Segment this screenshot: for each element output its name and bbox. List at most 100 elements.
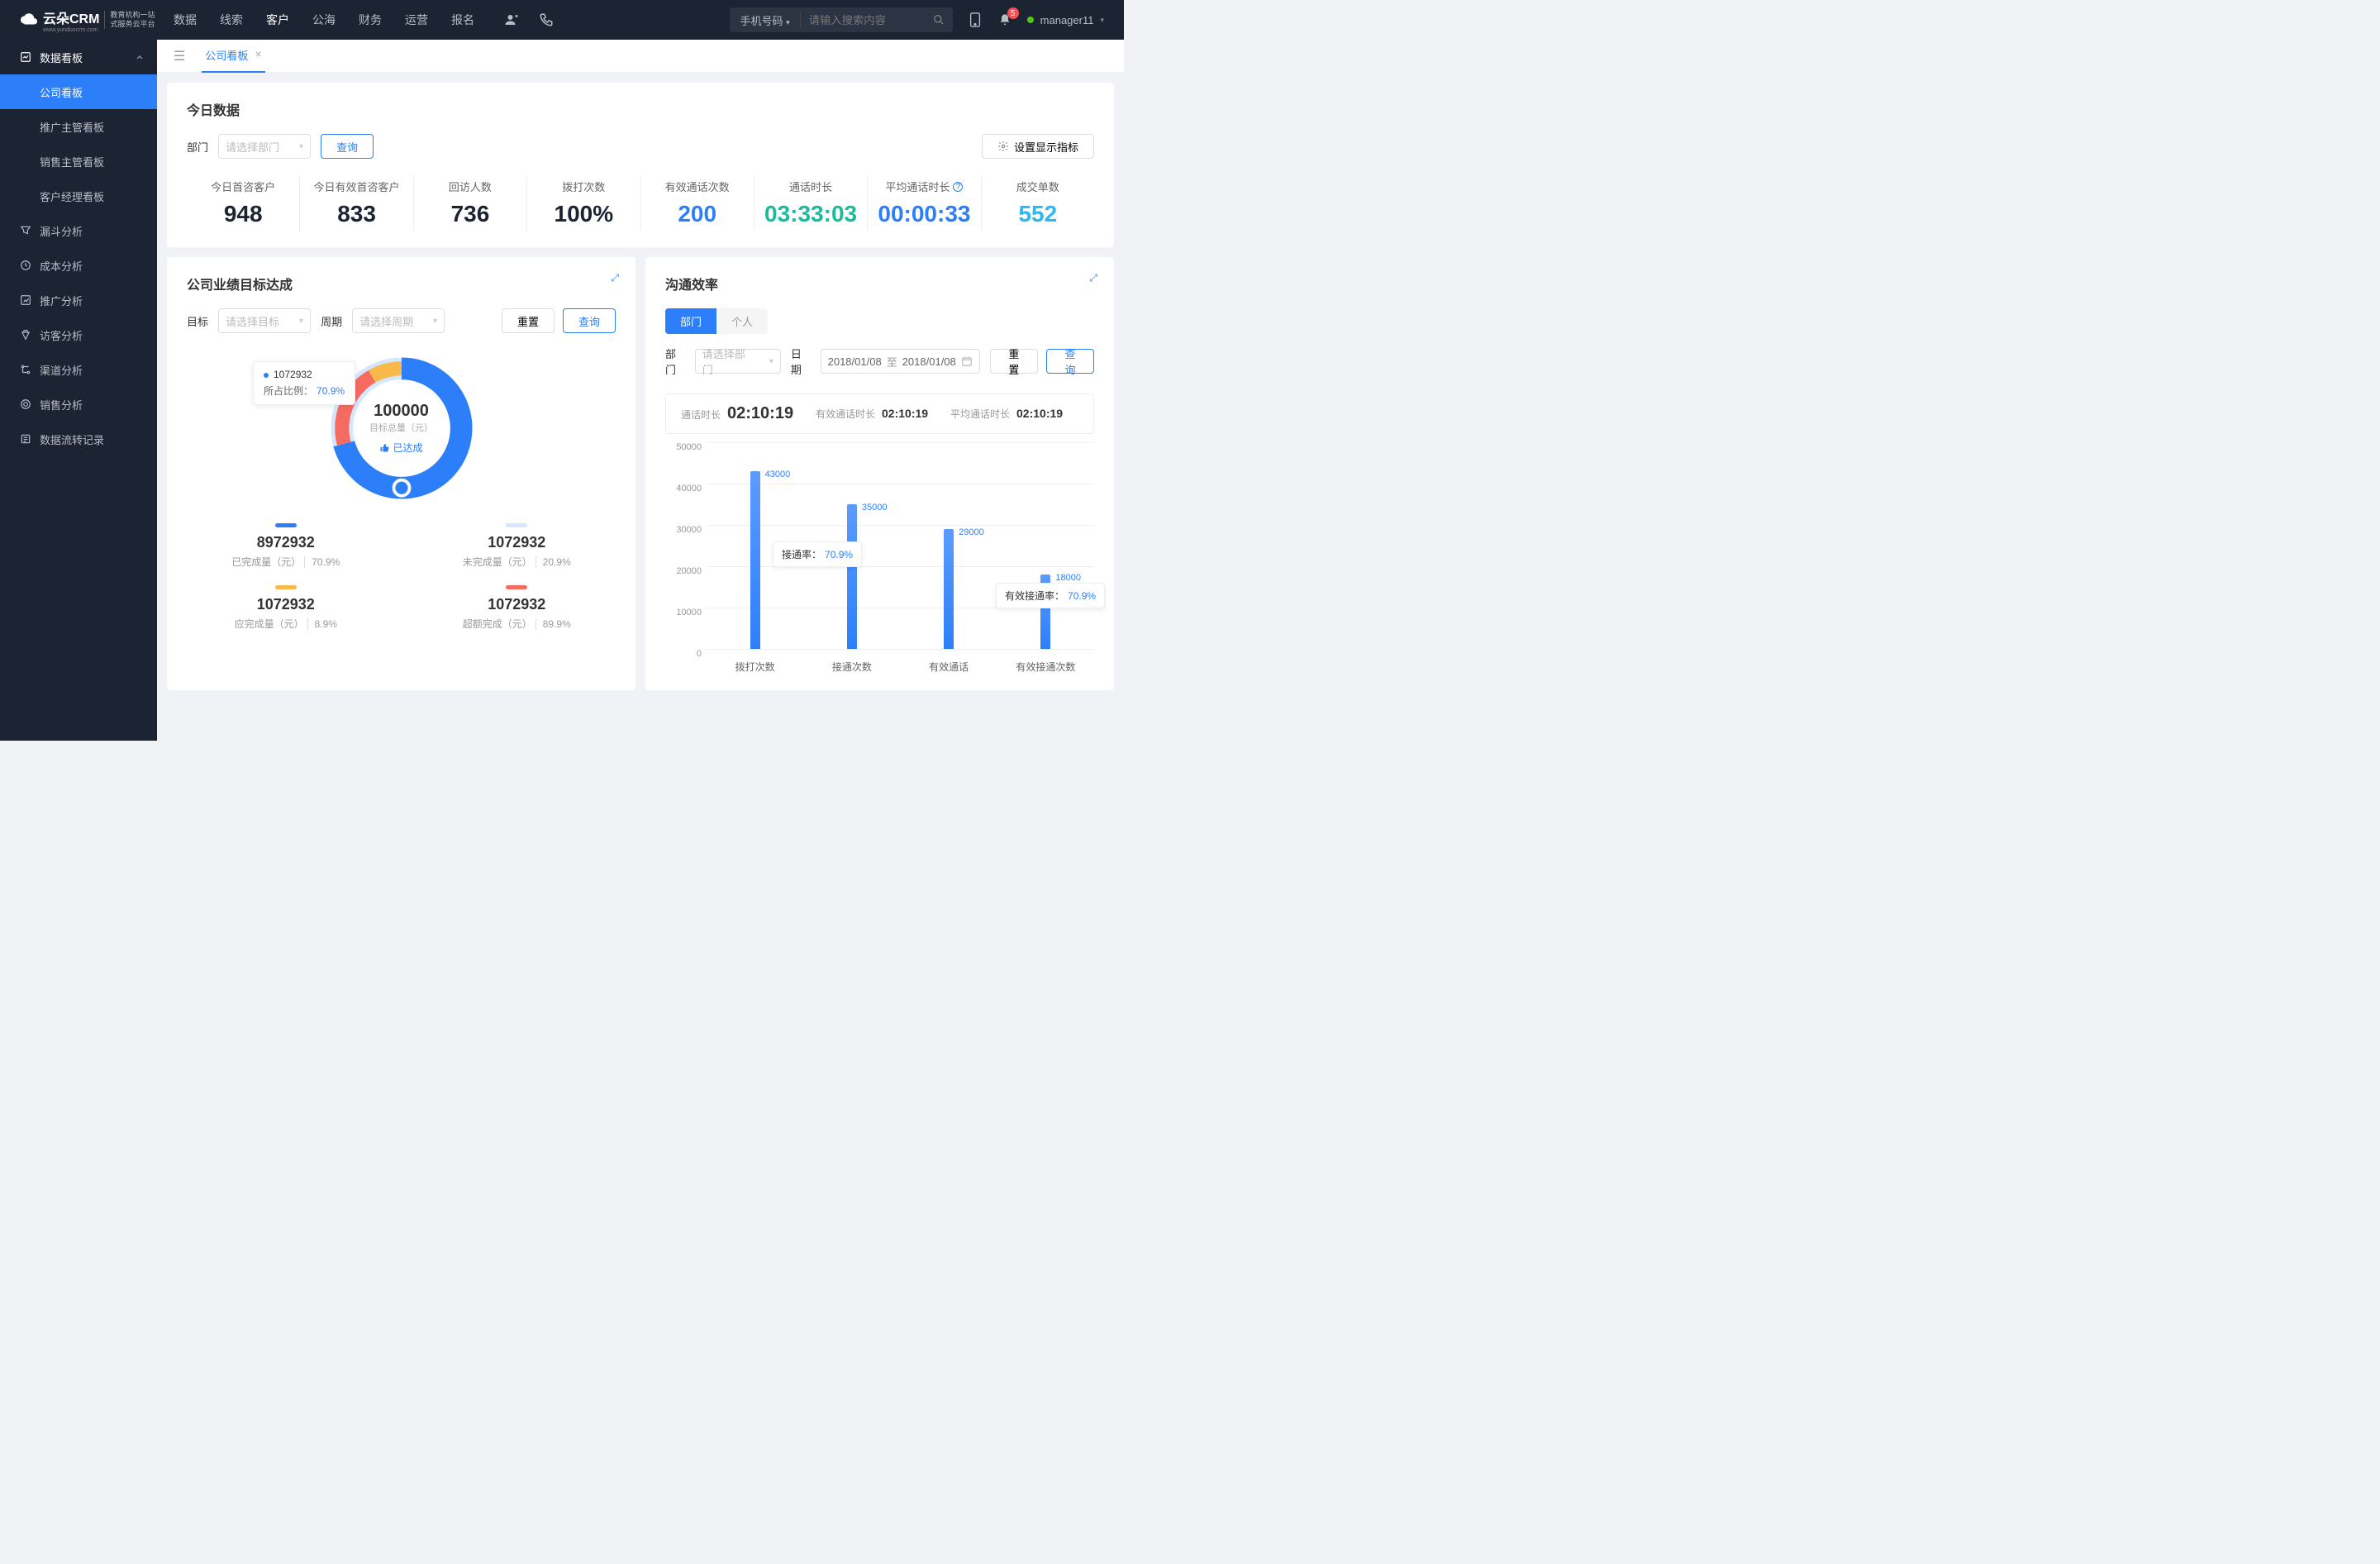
add-user-icon[interactable] <box>504 12 519 27</box>
period-select[interactable]: 请选择周期▾ <box>352 308 445 333</box>
sidebar-item-1[interactable]: 成本分析 <box>0 248 157 283</box>
search-icon[interactable] <box>925 14 953 26</box>
sidebar-item-2[interactable]: 推广分析 <box>0 283 157 317</box>
logo-text: 云朵CRM <box>43 7 99 27</box>
thumbs-up-icon <box>379 443 389 453</box>
dept-select[interactable]: 请选择部门▾ <box>695 349 781 374</box>
segment-control: 部门个人 <box>665 308 768 334</box>
search-type-select[interactable]: 手机号码 ▾ <box>730 12 800 28</box>
date-range-input[interactable]: 2018/01/08 至 2018/01/08 <box>821 349 980 374</box>
metric-5: 通话时长03:33:03 <box>754 175 868 231</box>
logo: 云朵CRM www.yunduocrm.com 教育机构一站 式服务云平台 <box>0 7 157 33</box>
nav-item-3[interactable]: 公海 <box>312 12 336 28</box>
settings-metrics-button[interactable]: 设置显示指标 <box>982 134 1094 159</box>
comm-panel: ⤢ 沟通效率 部门个人 部门 请选择部门▾ 日期 2018/01/08 至 20… <box>645 257 1114 690</box>
sidebar-item-0[interactable]: 漏斗分析 <box>0 213 157 248</box>
y-tick: 20000 <box>676 566 702 576</box>
logo-url: www.yunduocrm.com <box>43 27 99 33</box>
summary-item-2: 平均通话时长02:10:19 <box>950 407 1078 421</box>
notif-badge: 5 <box>1007 7 1019 19</box>
query-button[interactable]: 查询 <box>1046 349 1094 374</box>
menu-icon <box>20 398 31 410</box>
goal-title: 公司业绩目标达成 <box>187 274 616 293</box>
metric-7: 成交单数552 <box>982 175 1094 231</box>
nav-item-5[interactable]: 运营 <box>405 12 428 28</box>
sidebar-sub-0[interactable]: 公司看板 <box>0 74 157 109</box>
menu-icon <box>20 433 31 445</box>
seg-1[interactable]: 个人 <box>716 308 768 334</box>
nav-item-0[interactable]: 数据 <box>174 12 197 28</box>
bar-chart: 01000020000300004000050000 4300035000290… <box>665 442 1094 674</box>
mobile-icon[interactable] <box>968 12 983 27</box>
query-button[interactable]: 查询 <box>321 134 374 159</box>
goal-panel: ⤢ 公司业绩目标达成 目标 请选择目标▾ 周期 请选择周期▾ 重置 查询 <box>167 257 635 690</box>
legend-item-2: 1072932应完成量（元）8.9% <box>187 585 385 631</box>
sidebar-item-3[interactable]: 访客分析 <box>0 317 157 352</box>
menu-group-label: 数据看板 <box>40 50 83 65</box>
dept-label: 部门 <box>187 139 208 155</box>
dept-label: 部门 <box>665 346 685 377</box>
menu-icon <box>20 260 31 271</box>
header-action-icons <box>504 12 554 27</box>
today-panel: 今日数据 部门 请选择部门▾ 查询 设置显示指标 今日首咨客户948今日有效首咨… <box>167 83 1114 247</box>
global-search: 手机号码 ▾ <box>730 7 952 32</box>
close-icon[interactable]: ✕ <box>255 50 261 60</box>
expand-icon[interactable]: ⤢ <box>611 272 619 284</box>
x-label: 有效通话 <box>901 660 997 674</box>
period-label: 周期 <box>321 313 342 329</box>
main-area: ☰ 公司看板 ✕ 今日数据 部门 请选择部门▾ 查询 设置显 <box>157 40 1124 741</box>
donut-center-label: 目标总量（元） <box>369 421 433 434</box>
info-icon[interactable]: ? <box>953 182 963 192</box>
nav-item-2[interactable]: 客户 <box>266 12 289 28</box>
dept-select[interactable]: 请选择部门▾ <box>218 134 311 159</box>
search-input[interactable] <box>801 14 925 26</box>
menu-toggle-icon[interactable]: ☰ <box>174 48 185 64</box>
y-tick: 50000 <box>676 442 702 452</box>
chevron-down-icon: ▾ <box>1100 16 1104 25</box>
menu-group-dashboard[interactable]: 数据看板 <box>0 40 157 74</box>
sidebar-item-5[interactable]: 销售分析 <box>0 387 157 422</box>
menu-icon <box>20 329 31 341</box>
target-select[interactable]: 请选择目标▾ <box>218 308 311 333</box>
chevron-up-icon <box>136 53 144 61</box>
today-title: 今日数据 <box>187 99 1094 119</box>
summary-bar: 通话时长02:10:19 有效通话时长02:10:19 平均通话时长02:10:19 <box>665 393 1094 434</box>
donut-center-value: 100000 <box>369 402 433 421</box>
query-button[interactable]: 查询 <box>563 308 616 333</box>
phone-icon[interactable] <box>539 12 554 27</box>
reset-button[interactable]: 重置 <box>502 308 555 333</box>
y-tick: 0 <box>697 649 702 659</box>
legend-item-3: 1072932超额完成（元）89.9% <box>418 585 616 631</box>
menu-icon <box>20 225 31 236</box>
dashboard-icon <box>20 51 31 63</box>
nav-item-4[interactable]: 财务 <box>359 12 382 28</box>
metric-6: 平均通话时长?00:00:33 <box>868 175 981 231</box>
sidebar-sub-3[interactable]: 客户经理看板 <box>0 179 157 213</box>
metric-1: 今日有效首咨客户833 <box>300 175 413 231</box>
metric-4: 有效通话次数200 <box>641 175 754 231</box>
sidebar-item-6[interactable]: 数据流转记录 <box>0 422 157 456</box>
expand-icon[interactable]: ⤢ <box>1089 272 1097 284</box>
nav-item-6[interactable]: 报名 <box>451 12 474 28</box>
calendar-icon <box>961 355 973 367</box>
status-dot-icon <box>1027 17 1034 23</box>
user-menu[interactable]: manager11 ▾ <box>1027 14 1104 26</box>
sidebar-sub-1[interactable]: 推广主管看板 <box>0 109 157 144</box>
sidebar-item-4[interactable]: 渠道分析 <box>0 352 157 387</box>
summary-item-0: 通话时长02:10:19 <box>681 404 809 423</box>
annotation-effective-rate: 有效接通率：70.9% <box>996 583 1105 608</box>
sidebar-sub-2[interactable]: 销售主管看板 <box>0 144 157 179</box>
bar-col-3: 18000 <box>997 442 1094 649</box>
seg-0[interactable]: 部门 <box>665 308 716 334</box>
bell-icon[interactable]: 5 <box>997 12 1012 27</box>
summary-item-1: 有效通话时长02:10:19 <box>816 407 944 421</box>
tab-bar: ☰ 公司看板 ✕ <box>157 40 1124 73</box>
legend-item-1: 1072932未完成量（元）20.9% <box>418 523 616 569</box>
tab-company-dashboard[interactable]: 公司看板 ✕ <box>202 40 264 73</box>
menu-icon <box>20 294 31 306</box>
metric-3: 拨打次数100% <box>527 175 640 231</box>
nav-item-1[interactable]: 线索 <box>220 12 243 28</box>
reset-button[interactable]: 重置 <box>990 349 1038 374</box>
menu-icon <box>20 364 31 375</box>
legend-item-0: 8972932已完成量（元）70.9% <box>187 523 385 569</box>
